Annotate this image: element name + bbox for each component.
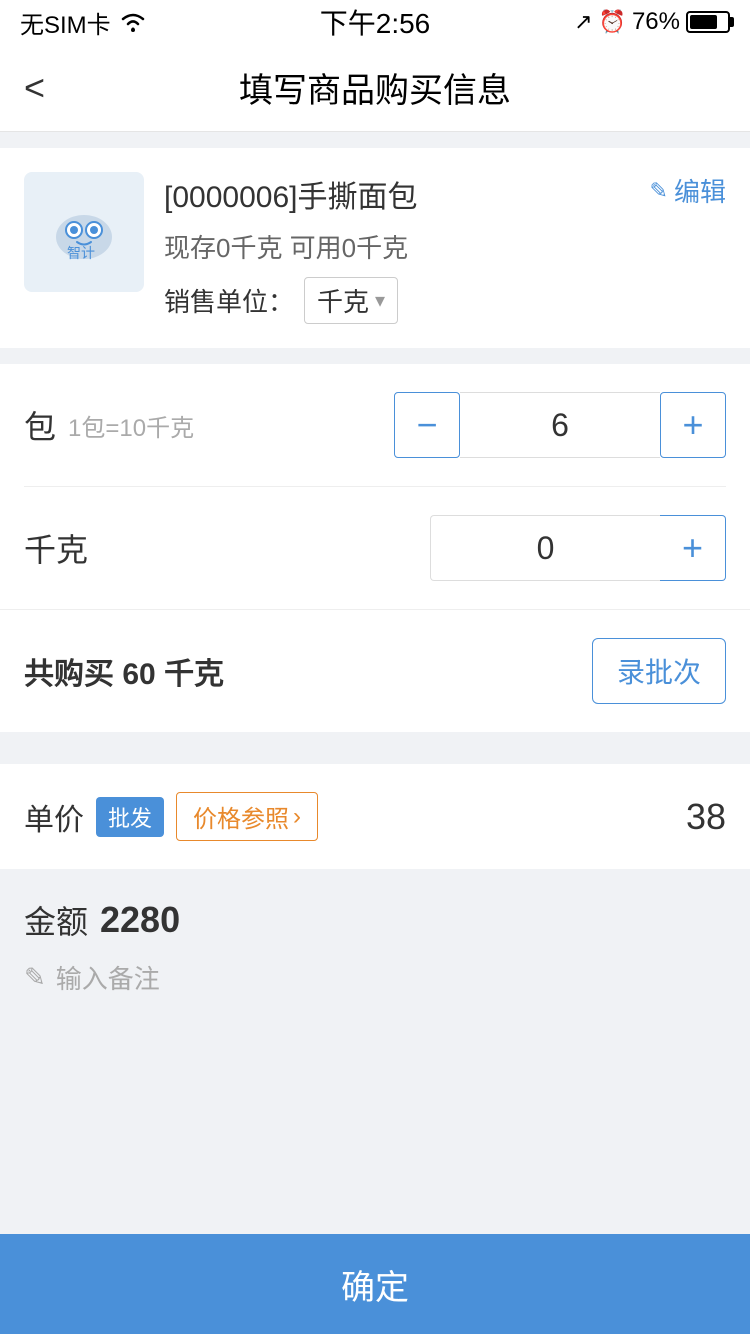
battery-percent: 76% (632, 8, 680, 36)
location-icon: ↗ (574, 9, 592, 35)
bao-label: 包 1包=10千克 (24, 402, 194, 448)
confirm-button[interactable]: 确定 (0, 1234, 750, 1334)
quantity-section: 包 1包=10千克 − + 千克 + (0, 364, 750, 609)
price-label: 单价 (24, 795, 84, 839)
price-ref-button[interactable]: 价格参照 › (176, 792, 318, 841)
amount-value: 2280 (100, 899, 180, 941)
qianke-label: 千克 (24, 525, 88, 571)
qianke-quantity-row: 千克 + (24, 487, 726, 609)
unit-select[interactable]: 千克 ▾ (304, 277, 398, 324)
note-row[interactable]: ✎ 输入备注 (24, 959, 726, 996)
product-stock: 现存0千克 可用0千克 (164, 228, 726, 265)
section-divider-2 (0, 732, 750, 748)
edit-button[interactable]: ✎ 编辑 (650, 172, 726, 209)
note-placeholder[interactable]: 输入备注 (56, 959, 160, 996)
bao-controls: − + (394, 392, 726, 458)
product-unit-row: 销售单位： 千克 ▾ (164, 277, 726, 324)
qianke-label-main: 千克 (24, 525, 88, 571)
product-image: 智计 (24, 172, 144, 292)
bao-quantity-row: 包 1包=10千克 − + (24, 364, 726, 487)
status-right: ↗ ⏰ 76% (574, 8, 730, 36)
summary-text: 共购买 60 千克 (24, 649, 224, 693)
status-time: 下午2:56 (320, 2, 431, 42)
nav-bar: < 填写商品购买信息 (0, 44, 750, 132)
battery-icon (686, 11, 730, 33)
product-name: [0000006]手撕面包 (164, 172, 726, 216)
owl-logo: 智计 (49, 202, 119, 262)
batch-button[interactable]: 录批次 (592, 638, 726, 704)
svg-text:智计: 智计 (67, 246, 95, 262)
pencil-icon: ✎ (24, 962, 46, 993)
status-bar: 无SIM卡 下午2:56 ↗ ⏰ 76% (0, 0, 750, 44)
unit-label: 销售单位： (164, 282, 294, 319)
amount-row: 金额 2280 (24, 897, 726, 943)
section-divider-1 (0, 348, 750, 364)
bao-label-sub: 1包=10千克 (68, 408, 194, 443)
qianke-controls: + (430, 515, 726, 581)
carrier-text: 无SIM卡 (20, 5, 111, 40)
status-left: 无SIM卡 (20, 5, 147, 40)
amount-section: 金额 2280 ✎ 输入备注 (0, 869, 750, 1012)
bao-increment-button[interactable]: + (660, 392, 726, 458)
amount-label: 金额 (24, 897, 88, 943)
bao-input[interactable] (460, 392, 660, 458)
product-info: [0000006]手撕面包 现存0千克 可用0千克 销售单位： 千克 ▾ (164, 172, 726, 324)
wifi-icon (119, 11, 147, 33)
back-button[interactable]: < (24, 67, 45, 109)
alarm-icon: ⏰ (599, 9, 626, 35)
price-value: 38 (686, 796, 726, 838)
page-title: 填写商品购买信息 (239, 63, 511, 112)
product-card: 智计 [0000006]手撕面包 现存0千克 可用0千克 销售单位： 千克 ▾ … (0, 148, 750, 348)
price-left: 单价 批发 价格参照 › (24, 792, 318, 841)
price-section: 单价 批发 价格参照 › 38 (0, 764, 750, 869)
bao-decrement-button[interactable]: − (394, 392, 460, 458)
price-tag: 批发 (96, 797, 164, 837)
summary-section: 共购买 60 千克 录批次 (0, 609, 750, 732)
bottom-spacer (0, 1012, 750, 1112)
qianke-increment-button[interactable]: + (660, 515, 726, 581)
bao-label-main: 包 (24, 402, 56, 448)
qianke-input[interactable] (430, 515, 660, 581)
